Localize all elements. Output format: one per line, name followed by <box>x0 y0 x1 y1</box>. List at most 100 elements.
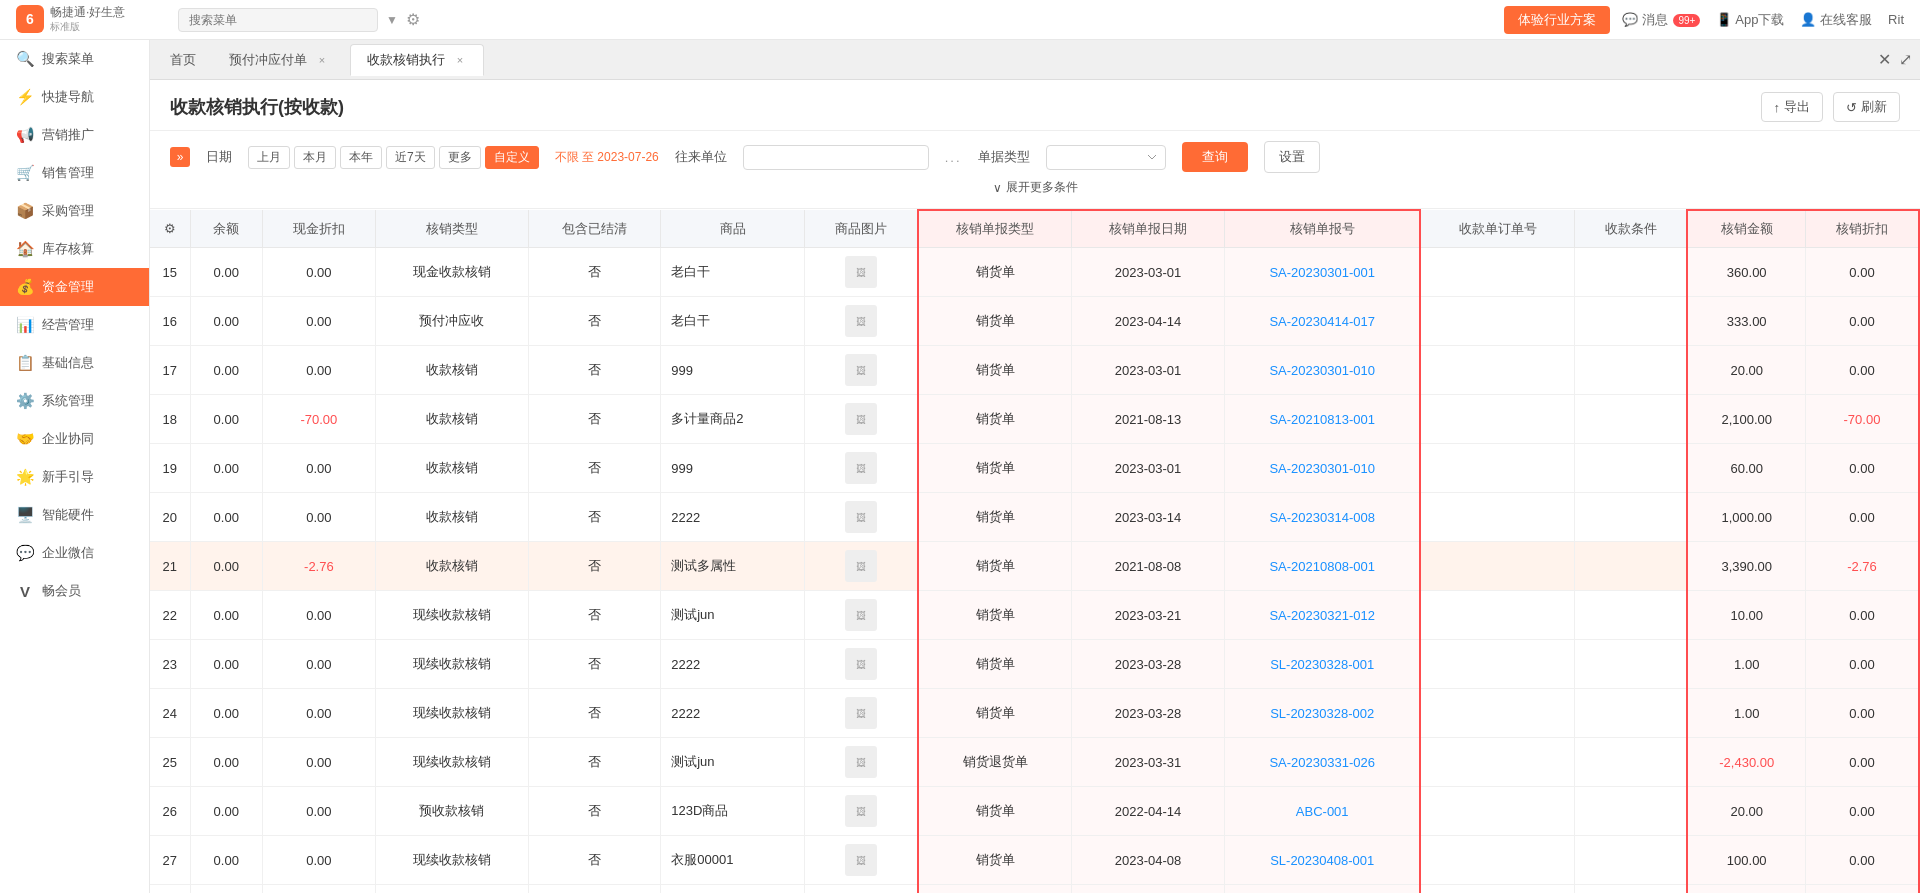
table-cell[interactable]: ABC-001 <box>1224 787 1420 836</box>
table-cell: -2.76 <box>263 542 376 591</box>
table-cell[interactable]: SA-20230314-008 <box>1224 493 1420 542</box>
table-cell[interactable]: SL-20230408-001 <box>1224 836 1420 885</box>
sidebar-item-member[interactable]: V 畅会员 <box>0 572 149 610</box>
date-custom[interactable]: 自定义 <box>485 146 539 169</box>
table-cell: 27 <box>150 836 190 885</box>
table-cell: 2023-03-01 <box>1072 248 1225 297</box>
table-cell[interactable]: SL-20230328-002 <box>1224 689 1420 738</box>
bill-no-link[interactable]: SA-20230414-017 <box>1269 314 1375 329</box>
online-service[interactable]: 👤 在线客服 <box>1800 11 1872 29</box>
settings-icon[interactable]: ⚙ <box>406 10 420 29</box>
dropdown-arrow[interactable]: ▼ <box>386 13 398 27</box>
bill-no-link[interactable]: SA-20230301-001 <box>1269 265 1375 280</box>
table-cell: 0.00 <box>1805 836 1919 885</box>
sidebar-item-weixin[interactable]: 💬 企业微信 <box>0 534 149 572</box>
tab-close-verify[interactable]: × <box>453 53 467 67</box>
sidebar-item-inventory[interactable]: 🏠 库存核算 <box>0 230 149 268</box>
tab-close-prepay[interactable]: × <box>315 53 329 67</box>
sidebar-item-collab[interactable]: 🤝 企业协同 <box>0 420 149 458</box>
expand-more[interactable]: ∨ 展开更多条件 <box>170 173 1900 198</box>
table-cell <box>1420 689 1574 738</box>
table-cell: 销货单 <box>918 787 1072 836</box>
sidebar-item-hardware[interactable]: 🖥️ 智能硬件 <box>0 496 149 534</box>
table-cell[interactable]: SA-20230301-010 <box>1224 346 1420 395</box>
sales-icon: 🛒 <box>16 164 34 182</box>
close-window-icon[interactable]: ✕ <box>1878 50 1891 69</box>
date-filter-label: 日期 <box>206 148 232 166</box>
col-cash-discount: 现金折扣 <box>263 210 376 248</box>
table-cell: 🖼 <box>805 542 918 591</box>
sidebar-item-purchase[interactable]: 📦 采购管理 <box>0 192 149 230</box>
table-cell: 2023-03-21 <box>1072 591 1225 640</box>
setting-button[interactable]: 设置 <box>1264 141 1320 173</box>
date-this-year[interactable]: 本年 <box>340 146 382 169</box>
filter-expand-button[interactable]: » <box>170 147 190 167</box>
bill-no-link[interactable]: SL-20230328-002 <box>1270 706 1374 721</box>
table-row: 220.000.00现续收款核销否测试jun🖼销货单2023-03-21SA-2… <box>150 591 1919 640</box>
date-this-month[interactable]: 本月 <box>294 146 336 169</box>
table-cell[interactable]: SA-20230321-012 <box>1224 591 1420 640</box>
message-area[interactable]: 💬 消息 99+ <box>1622 11 1700 29</box>
table-cell[interactable]: SL-20230418-001 <box>1224 885 1420 894</box>
solution-button[interactable]: 体验行业方案 <box>1504 6 1610 34</box>
date-last-month[interactable]: 上月 <box>248 146 290 169</box>
bill-type-select[interactable] <box>1046 145 1166 170</box>
bill-no-link[interactable]: SL-20230328-001 <box>1270 657 1374 672</box>
refresh-button[interactable]: ↺ 刷新 <box>1833 92 1900 122</box>
bill-no-link[interactable]: SA-20210813-001 <box>1269 412 1375 427</box>
table-cell: -2,430.00 <box>1687 738 1805 787</box>
table-cell[interactable]: SA-20210813-001 <box>1224 395 1420 444</box>
sidebar-item-operations[interactable]: 📊 经营管理 <box>0 306 149 344</box>
col-verify-amount: 核销金额 <box>1687 210 1805 248</box>
bill-no-link[interactable]: SA-20230301-010 <box>1269 461 1375 476</box>
date-more[interactable]: 更多 <box>439 146 481 169</box>
sidebar-item-system[interactable]: ⚙️ 系统管理 <box>0 382 149 420</box>
table-cell: 0.00 <box>263 836 376 885</box>
app-download[interactable]: 📱 App下载 <box>1716 11 1784 29</box>
bill-no-link[interactable]: SA-20230321-012 <box>1269 608 1375 623</box>
maximize-icon[interactable]: ⤢ <box>1899 50 1912 69</box>
tab-prepay[interactable]: 预付冲应付单 × <box>212 44 346 76</box>
search-input[interactable] <box>178 8 378 32</box>
tab-home[interactable]: 首页 <box>158 44 208 76</box>
table-cell: 否 <box>528 738 661 787</box>
bill-no-link[interactable]: ABC-001 <box>1296 804 1349 819</box>
table-cell: 🖼 <box>805 738 918 787</box>
table-cell: 收款核销 <box>375 395 528 444</box>
bill-no-link[interactable]: SA-20230314-008 <box>1269 510 1375 525</box>
sidebar-item-guide[interactable]: 🌟 新手引导 <box>0 458 149 496</box>
search-button[interactable]: 查询 <box>1182 142 1248 172</box>
service-icon: 👤 <box>1800 12 1816 27</box>
tab-verify[interactable]: 收款核销执行 × <box>350 44 484 76</box>
bill-no-link[interactable]: SA-20230331-026 <box>1269 755 1375 770</box>
table-cell: 0.00 <box>190 493 263 542</box>
counterparty-input[interactable] <box>743 145 929 170</box>
bill-no-link[interactable]: SL-20230408-001 <box>1270 853 1374 868</box>
export-button[interactable]: ↑ 导出 <box>1761 92 1824 122</box>
table-cell: 60.00 <box>1687 444 1805 493</box>
bill-no-link[interactable]: SA-20210808-001 <box>1269 559 1375 574</box>
table-cell[interactable]: SA-20230301-001 <box>1224 248 1420 297</box>
sidebar-item-basic[interactable]: 📋 基础信息 <box>0 344 149 382</box>
table-cell: 衣服00001 <box>661 836 805 885</box>
top-bar: 6 畅捷通·好生意 标准版 ▼ ⚙ 体验行业方案 💬 消息 99+ 📱 App下… <box>0 0 1920 40</box>
bill-no-link[interactable]: SA-20230301-010 <box>1269 363 1375 378</box>
user-name[interactable]: Rit <box>1888 12 1904 27</box>
table-cell: 22 <box>150 591 190 640</box>
table-cell[interactable]: SA-20230414-017 <box>1224 297 1420 346</box>
sidebar-item-finance[interactable]: 💰 资金管理 <box>0 268 149 306</box>
table-cell <box>1574 297 1687 346</box>
table-cell: 2023-03-01 <box>1072 346 1225 395</box>
sidebar-item-marketing[interactable]: 📢 营销推广 <box>0 116 149 154</box>
sidebar-item-nav[interactable]: ⚡ 快捷导航 <box>0 78 149 116</box>
logo: 6 畅捷通·好生意 标准版 <box>16 5 166 33</box>
table-row: 250.000.00现续收款核销否测试jun🖼销货退货单2023-03-31SA… <box>150 738 1919 787</box>
sidebar-item-sales[interactable]: 🛒 销售管理 <box>0 154 149 192</box>
table-cell[interactable]: SA-20210808-001 <box>1224 542 1420 591</box>
date-7days[interactable]: 近7天 <box>386 146 435 169</box>
table-cell[interactable]: SA-20230331-026 <box>1224 738 1420 787</box>
nav-icon: ⚡ <box>16 88 34 106</box>
table-cell[interactable]: SA-20230301-010 <box>1224 444 1420 493</box>
sidebar-item-search[interactable]: 🔍 搜索菜单 <box>0 40 149 78</box>
table-cell[interactable]: SL-20230328-001 <box>1224 640 1420 689</box>
